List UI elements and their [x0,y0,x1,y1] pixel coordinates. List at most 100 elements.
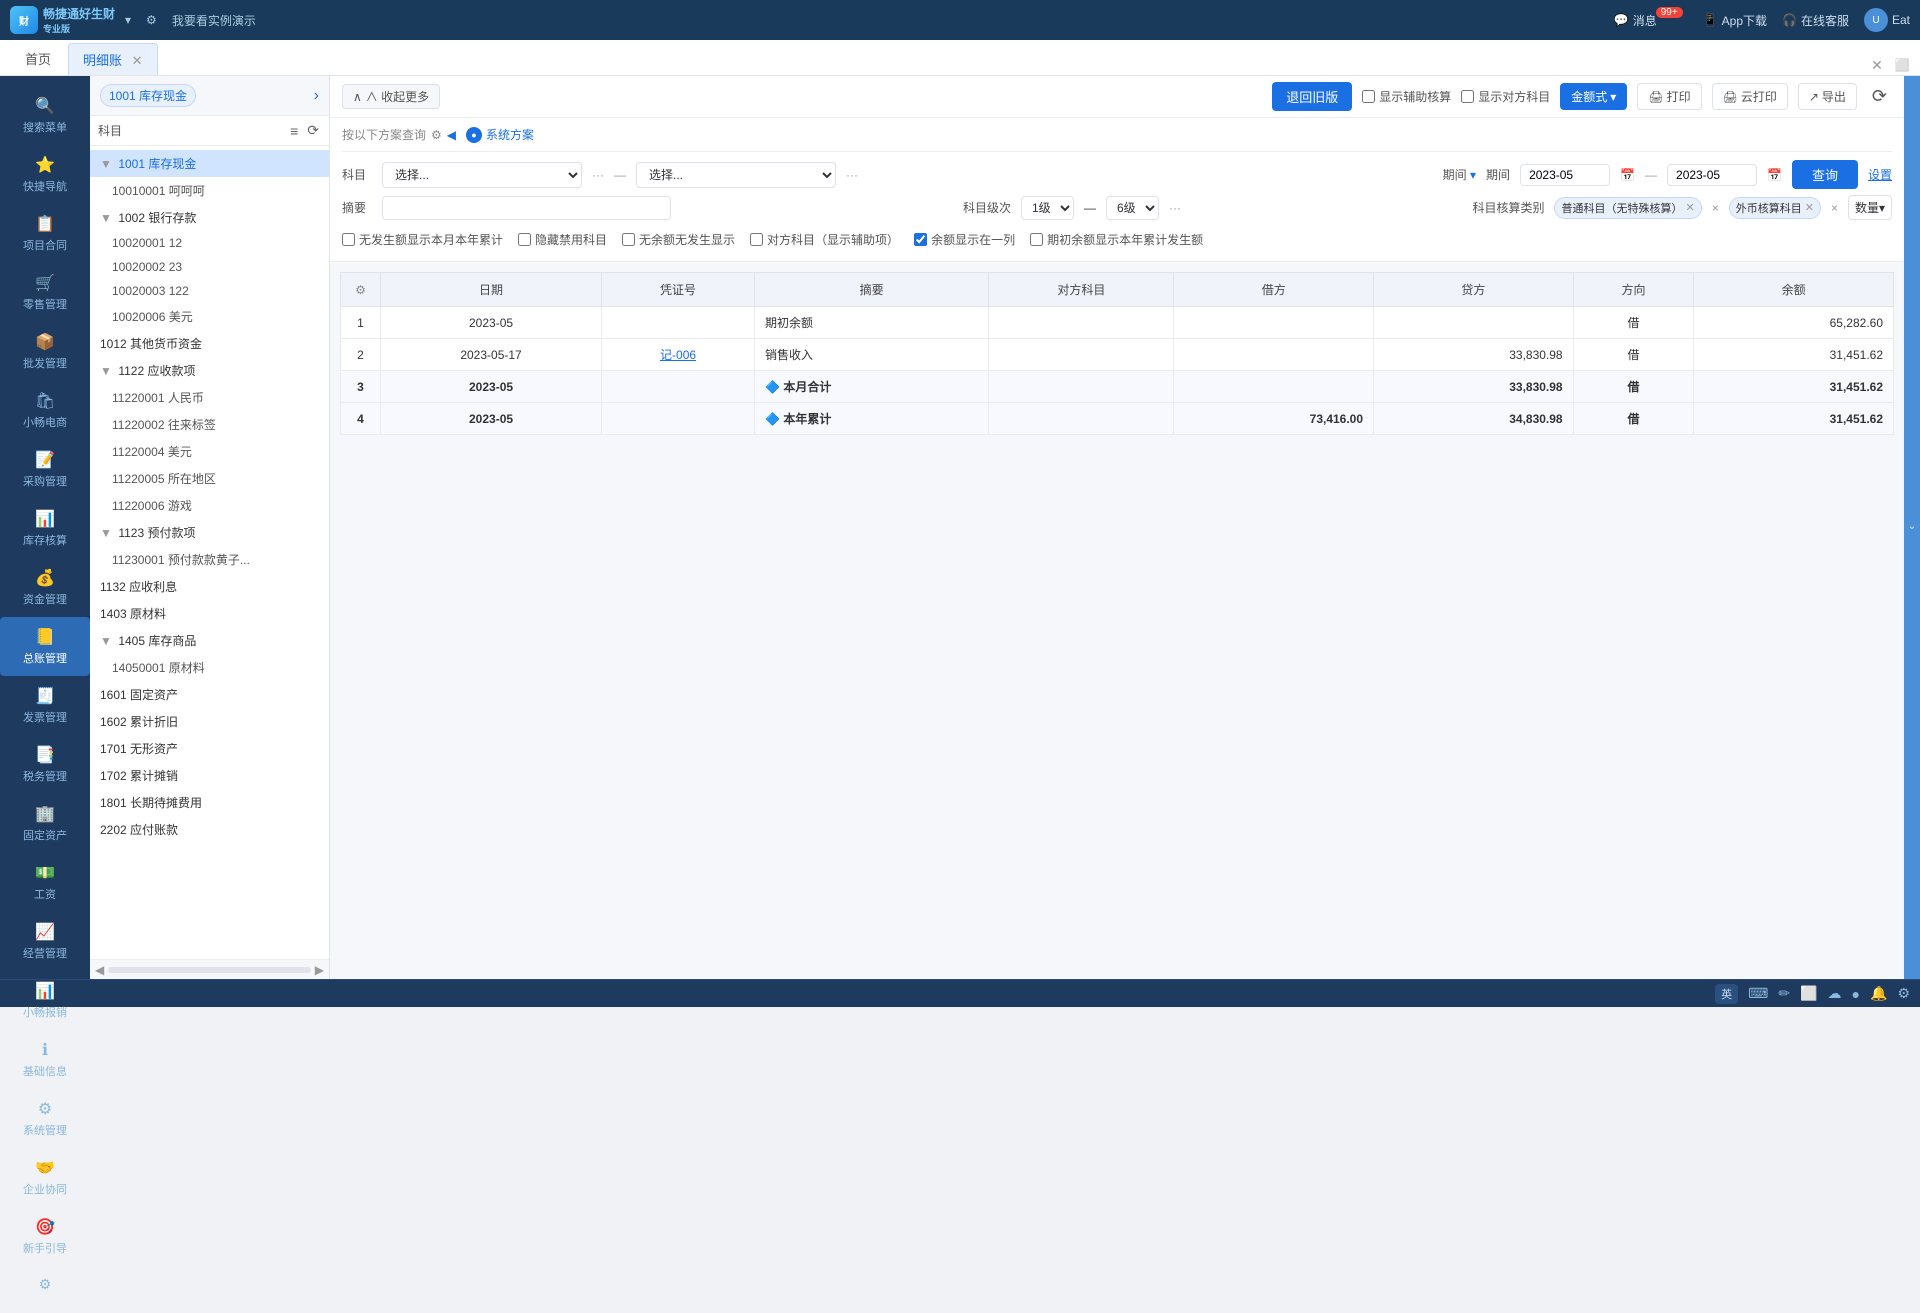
tree-item-2202[interactable]: 2202 应付账款 [90,816,329,843]
sidebar-item-ecommerce[interactable]: 🛍 小畅电商 [0,381,90,440]
tree-item-1132[interactable]: 1132 应收利息 [90,573,329,600]
sidebar-item-operations[interactable]: 📈 经营管理 [0,912,90,971]
amount-type-btn[interactable]: 金额式 ▾ [1560,83,1627,110]
scroll-right-btn[interactable]: ▶ [315,963,324,977]
right-panel[interactable]: › [1904,76,1920,979]
check-opposite-subject[interactable]: 对方科目（显示辅助项） [750,231,899,248]
tree-item-1602[interactable]: 1602 累计折旧 [90,708,329,735]
check-no-occurrence[interactable]: 无发生额显示本月本年累计 [342,231,503,248]
tab-home[interactable]: 首页 [10,42,66,75]
settings-status-icon[interactable]: ⚙ [1897,985,1910,1002]
tree-item-1801[interactable]: 1801 长期待摊费用 [90,789,329,816]
calc-tag-foreign-close[interactable]: ✕ [1805,201,1814,214]
sidebar-item-search[interactable]: 🔍 搜索菜单 [0,86,90,145]
tree-item-10010001[interactable]: 10010001 呵呵呵 [90,177,329,204]
print-btn[interactable]: 🖨 打印 [1637,83,1701,110]
tab-close-ledger[interactable]: ✕ [132,53,143,68]
breadcrumb-tag[interactable]: 1001 库存现金 [100,84,196,107]
keyboard-icon[interactable]: ⌨ [1748,985,1768,1002]
sidebar-item-wholesale[interactable]: 📦 批发管理 [0,322,90,381]
sidebar-item-sales-report[interactable]: 📊 小畅报销 [0,971,90,1030]
query-btn[interactable]: 查询 [1792,160,1858,189]
check-no-balance[interactable]: 无余额无发生显示 [622,231,735,248]
tree-item-1002[interactable]: ▼ 1002 银行存款 [90,204,329,231]
sidebar-item-quicknav[interactable]: ⭐ 快捷导航 [0,145,90,204]
online-service-btn[interactable]: 🎧 在线客服 [1782,12,1849,29]
tree-item-11220002[interactable]: 11220002 往来标签 [90,411,329,438]
sidebar-item-retail[interactable]: 🛒 零售管理 [0,263,90,322]
tree-item-11220004[interactable]: 11220004 美元 [90,438,329,465]
check-no-balance-input[interactable] [622,233,635,246]
tree-item-10020006[interactable]: 10020006 美元 [90,303,329,330]
collapse-filter-icon[interactable]: ◀ [447,128,456,142]
export-btn[interactable]: ↗ 导出 [1798,83,1857,110]
tree-item-11220001[interactable]: 11220001 人民币 [90,384,329,411]
tree-item-1122[interactable]: ▼ 1122 应收款项 [90,357,329,384]
tree-item-1012[interactable]: 1012 其他货币资金 [90,330,329,357]
calendar-icon-end[interactable]: 📅 [1767,168,1782,182]
app-download-btn[interactable]: 📱 App下载 [1703,12,1767,29]
level-to-select[interactable]: 6级 [1106,196,1159,220]
tab-ledger[interactable]: 明细账 ✕ [68,43,158,75]
messages-btn[interactable]: 💬 消息 99+ [1614,12,1688,29]
sidebar-item-capital[interactable]: 💰 资金管理 [0,558,90,617]
sidebar-item-tax[interactable]: 📑 税务管理 [0,735,90,794]
voucher-2[interactable]: 记-006 [602,339,755,371]
tree-item-10020002[interactable]: 10020002 23 [90,255,329,279]
check-opposite-subject-input[interactable] [750,233,763,246]
check-balance-one-col-input[interactable] [914,233,927,246]
tree-item-14050001[interactable]: 14050001 原材料 [90,654,329,681]
summary-input[interactable] [382,196,671,220]
scroll-bar[interactable] [108,967,311,973]
tree-item-1702[interactable]: 1702 累计摊销 [90,762,329,789]
sidebar-item-ledger[interactable]: 📒 总账管理 [0,617,90,676]
subject-select[interactable]: 选择... [382,162,582,188]
calendar-icon-start[interactable]: 📅 [1620,168,1635,182]
check-opening-balance-input[interactable] [1030,233,1043,246]
tree-item-11230001[interactable]: 11230001 预付款款黄子... [90,546,329,573]
lang-switch[interactable]: 英 [1715,984,1738,1004]
edit-icon[interactable]: ✏ [1778,985,1790,1002]
tree-item-10020001[interactable]: 10020001 12 [90,231,329,255]
demo-link[interactable]: 我要看实例演示 [172,12,256,29]
level-from-select[interactable]: 1级 [1021,196,1074,220]
calc-tag-normal-close[interactable]: ✕ [1685,201,1694,214]
sidebar-item-system[interactable]: ⚙ 系统管理 [0,1089,90,1148]
tree-item-1601[interactable]: 1601 固定资产 [90,681,329,708]
sidebar-item-project[interactable]: 📋 项目合同 [0,204,90,263]
cloud-sync-icon[interactable]: ☁ [1828,985,1842,1002]
tree-item-11220005[interactable]: 11220005 所在地区 [90,465,329,492]
sidebar-item-guide[interactable]: 🎯 新手引导 [0,1207,90,1266]
period-start-input[interactable] [1520,164,1610,186]
subject-select2[interactable]: 选择... [636,162,836,188]
system-scheme-btn[interactable]: ● 系统方案 [466,126,534,143]
collapse-more-btn[interactable]: ∧ ∧ 收起更多 [342,84,440,109]
settings-gear-icon[interactable]: ⚙ [431,128,442,142]
tree-item-11220006[interactable]: 11220006 游戏 [90,492,329,519]
sidebar-item-inventory[interactable]: 📊 库存核算 [0,499,90,558]
sidebar-item-cooperation[interactable]: 🤝 企业协同 [0,1148,90,1207]
view-mode-btn[interactable]: ≡ [288,121,300,141]
tree-item-1701[interactable]: 1701 无形资产 [90,735,329,762]
voucher-link-2[interactable]: 记-006 [660,348,696,362]
cloud-print-btn[interactable]: 🖨 云打印 [1712,83,1788,110]
check-hide-disabled[interactable]: 隐藏禁用科目 [518,231,607,248]
sidebar-item-invoice[interactable]: 🧾 发票管理 [0,676,90,735]
bell-icon[interactable]: 🔔 [1870,985,1887,1002]
check-balance-one-col[interactable]: 余额显示在一列 [914,231,1015,248]
period-end-input[interactable] [1667,164,1757,186]
tree-item-1001[interactable]: ▼ 1001 库存现金 [90,150,329,177]
screen-icon[interactable]: ⬜ [1800,985,1817,1002]
sidebar-item-basicinfo[interactable]: ℹ 基础信息 [0,1030,90,1089]
settings-btn[interactable]: 设置 [1868,166,1892,183]
show-opposite-check[interactable]: 显示对方科目 [1461,88,1550,105]
show-opposite-checkbox[interactable] [1461,90,1474,103]
refresh-tree-btn[interactable]: ⟳ [305,120,321,141]
window-close-btn[interactable]: ✕ [1867,55,1887,75]
sidebar-item-fixedasset[interactable]: 🏢 固定资产 [0,794,90,853]
sidebar-settings-btn[interactable]: ⚙ [34,1266,57,1303]
settings-icon[interactable]: ⚙ [146,13,157,27]
window-maximize-btn[interactable]: ⬜ [1892,55,1912,75]
show-helper-checkbox[interactable] [1362,90,1375,103]
sidebar-item-salary[interactable]: 💵 工资 [0,853,90,912]
